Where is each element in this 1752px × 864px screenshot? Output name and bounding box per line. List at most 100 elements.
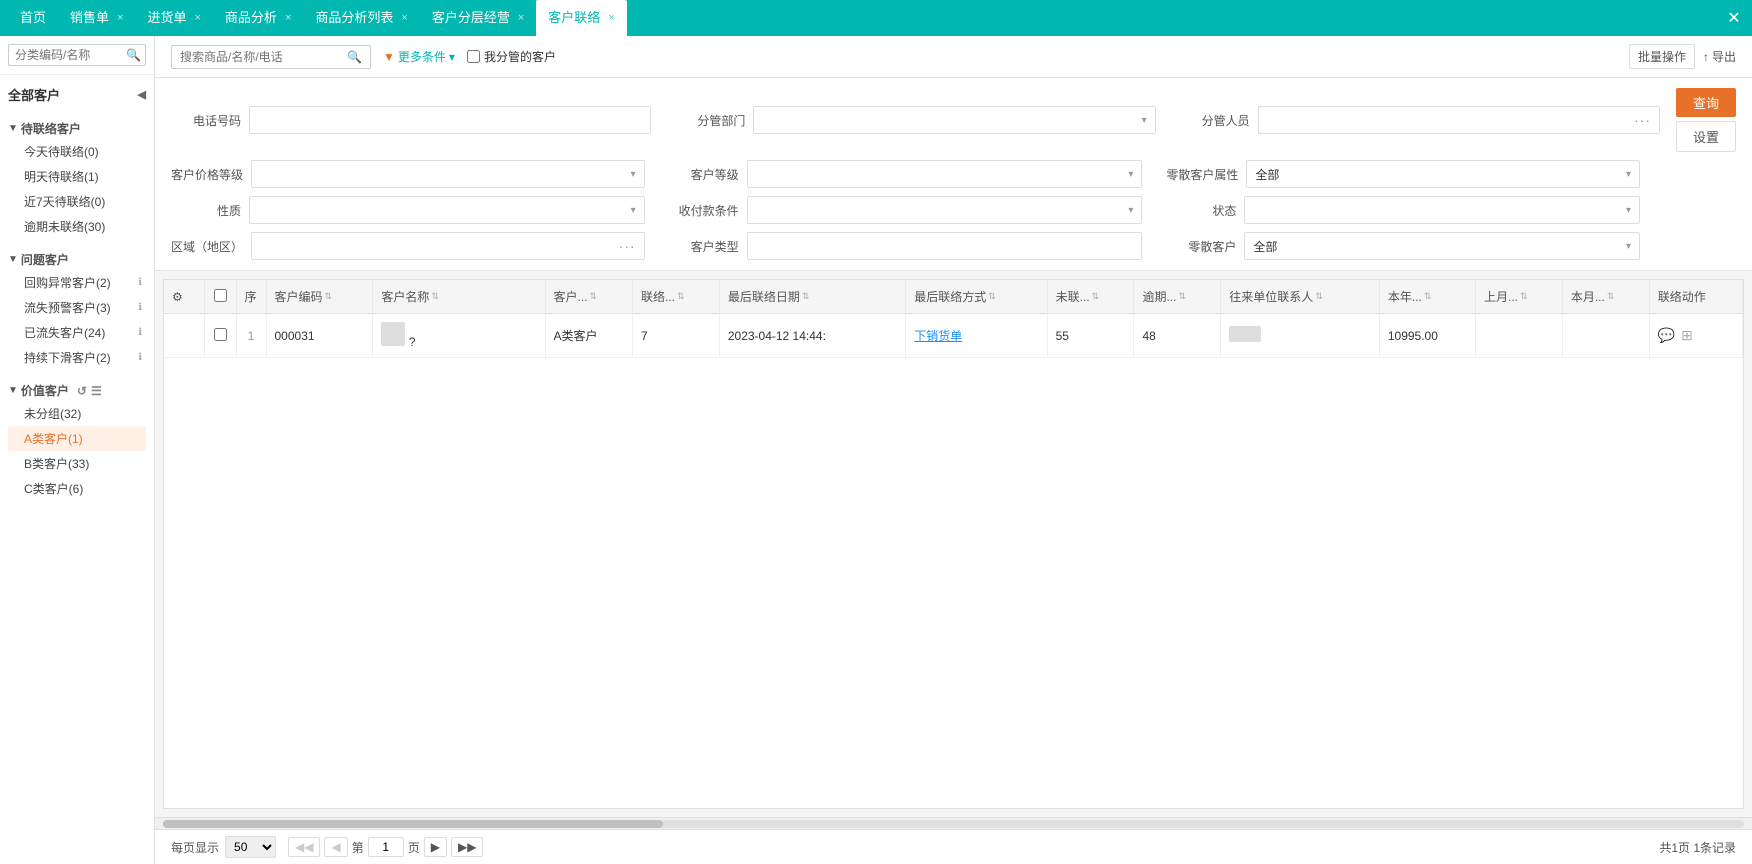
row-comment-icon[interactable]: 💬: [1658, 327, 1675, 344]
first-page-button[interactable]: ◀◀: [288, 837, 320, 857]
footer: 每页显示 20 50 100 200 ◀◀ ◀ 第 页 ▶ ▶▶ 共1页 1条记…: [155, 829, 1752, 864]
batch-ops-button[interactable]: 批量操作: [1629, 44, 1695, 69]
sidebar-item-declining[interactable]: 持续下滑客户(2) ℹ: [8, 345, 146, 370]
nav-customer-tier-close[interactable]: ×: [518, 0, 524, 36]
table-col-this-month[interactable]: 本月...⇅: [1562, 280, 1649, 314]
table-col-contact-count[interactable]: 联络...⇅: [633, 280, 720, 314]
sidebar-value-customers-group[interactable]: ▼ 价值客户 ↺ ☰: [8, 378, 146, 401]
scrollbar-track[interactable]: [163, 820, 1744, 828]
info-icon-declining[interactable]: ℹ: [138, 352, 142, 363]
table-cell-last-contact-method[interactable]: 下销货单: [906, 314, 1047, 358]
filter-person-input[interactable]: ···: [1258, 106, 1660, 134]
table-col-name[interactable]: 客户名称⇅: [373, 280, 545, 314]
filter-payment-select[interactable]: ▾: [747, 196, 1143, 224]
page-number-input[interactable]: [368, 837, 404, 857]
sidebar-problem-customers-group[interactable]: ▼ 问题客户: [8, 247, 146, 270]
table-col-this-year[interactable]: 本年...⇅: [1379, 280, 1475, 314]
sidebar-pending-contact-group[interactable]: ▼ 待联络客户: [8, 116, 146, 139]
table-settings-col[interactable]: ⚙: [164, 280, 204, 314]
last-page-button[interactable]: ▶▶: [451, 837, 483, 857]
sidebar-item-churned[interactable]: 已流失客户(24) ℹ: [8, 320, 146, 345]
sidebar-item-class-a[interactable]: A类客户(1): [8, 426, 146, 451]
sidebar-item-repurchase-abnormal[interactable]: 回购异常客户(2) ℹ: [8, 270, 146, 295]
query-button[interactable]: 查询: [1676, 88, 1736, 117]
export-button[interactable]: ↑ 导出: [1703, 48, 1736, 65]
sidebar-item-tomorrow-pending[interactable]: 明天待联络(1): [8, 164, 146, 189]
filter-customer-level-select[interactable]: ▾: [747, 160, 1143, 188]
last-contact-method-link[interactable]: 下销货单: [914, 329, 962, 343]
table-settings-icon[interactable]: ⚙: [172, 290, 183, 304]
total-records-label: 共1页 1条记录: [1659, 839, 1736, 856]
sidebar-item-churn-warning[interactable]: 流失预警客户(3) ℹ: [8, 295, 146, 320]
filter-customer-type-input[interactable]: [747, 232, 1143, 260]
table-col-last-contact-date[interactable]: 最后联络日期⇅: [719, 280, 905, 314]
nav-customer-contact-close[interactable]: ×: [608, 0, 614, 36]
table-cell-checkbox[interactable]: [204, 314, 236, 358]
sidebar-item-class-c[interactable]: C类客户(6): [8, 476, 146, 501]
table-col-last-month[interactable]: 上月...⇅: [1476, 280, 1563, 314]
page-label: 第: [352, 839, 364, 856]
filter-payment-label: 收付款条件: [669, 202, 739, 219]
my-customer-filter[interactable]: 我分管的客户: [467, 48, 556, 65]
filter-region-input[interactable]: ···: [251, 232, 645, 260]
nav-customer-tier[interactable]: 客户分层经营 ×: [420, 0, 536, 36]
table-col-overdue[interactable]: 逾期...⇅: [1134, 280, 1221, 314]
more-filters-button[interactable]: ▼ 更多条件 ▾: [383, 48, 455, 65]
sidebar-item-overdue-pending[interactable]: 逾期未联络(30): [8, 214, 146, 239]
sidebar-search-icon[interactable]: 🔍: [126, 48, 141, 62]
filter-retail-customer-label: 零散客户: [1166, 238, 1236, 255]
horizontal-scrollbar[interactable]: [155, 817, 1752, 829]
row-checkbox[interactable]: [214, 328, 227, 341]
table-select-all-checkbox[interactable]: [214, 289, 227, 302]
filter-retail-attr-select[interactable]: 全部 ▾: [1246, 160, 1640, 188]
filter-funnel-icon: ▼: [383, 50, 395, 64]
table-col-customer-type[interactable]: 客户...⇅: [545, 280, 633, 314]
filter-search-icon[interactable]: 🔍: [347, 50, 362, 64]
table-col-contact-person[interactable]: 往来单位联系人⇅: [1221, 280, 1380, 314]
close-all-tabs-button[interactable]: ✕: [1724, 8, 1744, 28]
sidebar-all-customers-header[interactable]: 全部客户 ◀: [8, 81, 146, 108]
sidebar-value-settings[interactable]: ☰: [91, 384, 102, 398]
filter-dept-select[interactable]: ▾: [753, 106, 1155, 134]
nav-goods-analysis-list[interactable]: 商品分析列表 ×: [303, 0, 419, 36]
info-icon-churn-warning[interactable]: ℹ: [138, 302, 142, 313]
sidebar-item-week-pending[interactable]: 近7天待联络(0): [8, 189, 146, 214]
nav-goods-analysis-close[interactable]: ×: [285, 0, 291, 36]
filter-status-select[interactable]: ▾: [1244, 196, 1640, 224]
scrollbar-thumb[interactable]: [163, 820, 663, 828]
filter-search-input[interactable]: [180, 50, 347, 64]
filter-price-level-select[interactable]: ▾: [251, 160, 645, 188]
table-checkbox-col[interactable]: [204, 280, 236, 314]
table-col-uncontacted[interactable]: 未联...⇅: [1047, 280, 1134, 314]
sidebar-item-class-b[interactable]: B类客户(33): [8, 451, 146, 476]
filter-customer-level: 客户等级 ▾: [669, 160, 1143, 188]
sidebar-item-today-pending[interactable]: 今天待联络(0): [8, 139, 146, 164]
nav-customer-contact[interactable]: 客户联络 ×: [536, 0, 626, 36]
filter-nature-select[interactable]: ▾: [249, 196, 645, 224]
nav-sales-close[interactable]: ×: [117, 0, 123, 36]
table-col-code[interactable]: 客户编码⇅: [266, 280, 373, 314]
table-col-last-contact-method[interactable]: 最后联络方式⇅: [906, 280, 1047, 314]
page-size-select[interactable]: 20 50 100 200: [225, 836, 276, 858]
filter-retail-customer-select[interactable]: 全部 ▾: [1244, 232, 1640, 260]
sidebar-item-ungrouped[interactable]: 未分组(32): [8, 401, 146, 426]
my-customer-checkbox[interactable]: [467, 50, 480, 63]
info-icon-churned[interactable]: ℹ: [138, 327, 142, 338]
nav-goods-analysis[interactable]: 商品分析 ×: [213, 0, 303, 36]
nav-purchase-close[interactable]: ×: [194, 0, 200, 36]
nav-sales[interactable]: 销售单 ×: [58, 0, 135, 36]
sidebar-value-refresh[interactable]: ↺: [77, 384, 87, 398]
filter-search-box[interactable]: 🔍: [171, 45, 371, 69]
row-grid-icon[interactable]: ⊞: [1681, 327, 1693, 344]
sort-ldate-icon: ⇅: [802, 291, 810, 302]
info-icon-repurchase[interactable]: ℹ: [138, 277, 142, 288]
nav-goods-analysis-list-close[interactable]: ×: [401, 0, 407, 36]
prev-page-button[interactable]: ◀: [324, 837, 347, 857]
sort-code-icon: ⇅: [325, 291, 333, 302]
sidebar-collapse-icon[interactable]: ◀: [138, 88, 146, 101]
nav-purchase[interactable]: 进货单 ×: [135, 0, 212, 36]
next-page-button[interactable]: ▶: [424, 837, 447, 857]
filter-phone-input[interactable]: [249, 106, 651, 134]
nav-home[interactable]: 首页: [8, 0, 58, 36]
settings-button[interactable]: 设置: [1676, 121, 1736, 152]
